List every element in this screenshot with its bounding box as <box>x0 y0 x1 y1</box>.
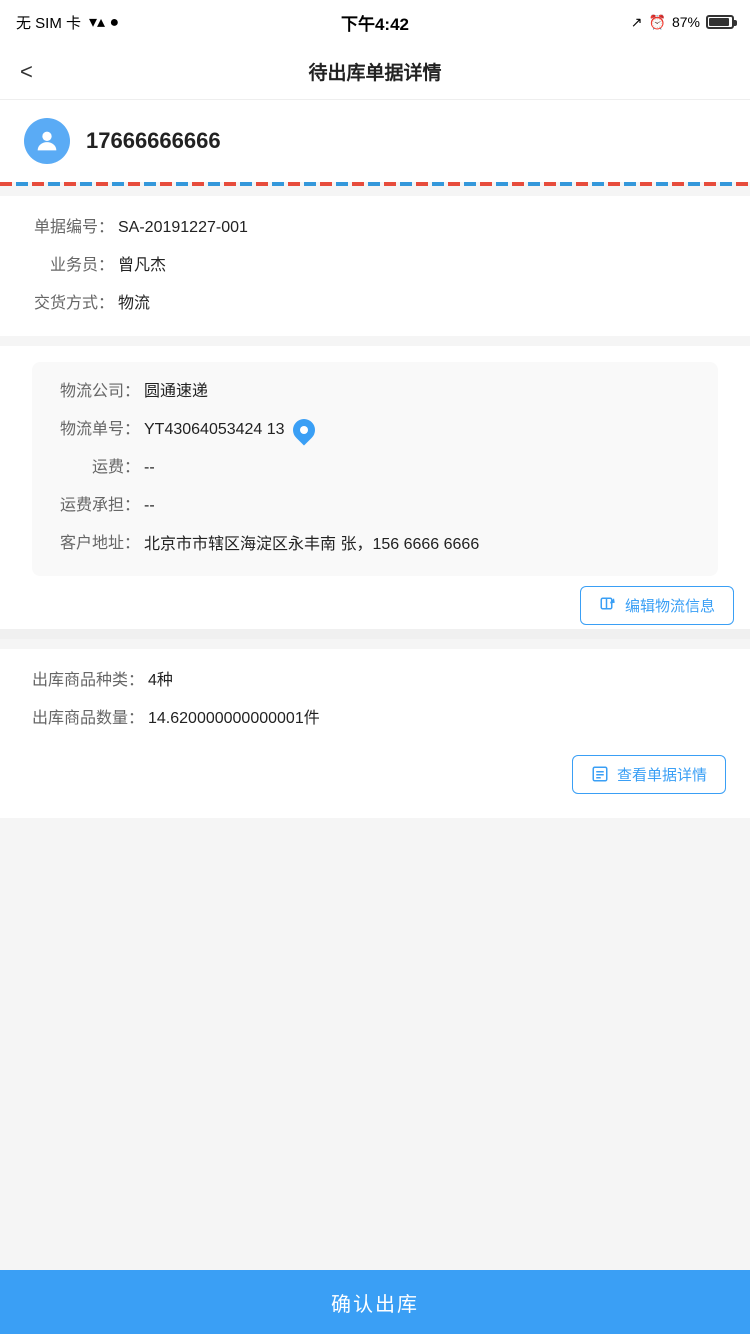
view-detail-label: 查看单据详情 <box>617 764 707 785</box>
battery-icon <box>706 15 734 29</box>
tracking-value-text: YT43064053424 13 <box>144 418 285 442</box>
sales-person-row: 业务员： 曾凡杰 <box>24 254 726 278</box>
alarm-icon: ⏰ <box>649 14 666 31</box>
outbound-category-label: 出库商品种类： <box>24 669 144 693</box>
document-number-value: SA-20191227-001 <box>118 216 726 240</box>
edit-logistics-label: 编辑物流信息 <box>625 595 715 616</box>
status-bar: 无 SIM 卡 ▾▴ ● 下午4:42 ↗ ⏰ 87% <box>0 0 750 44</box>
customer-address-label: 客户地址： <box>50 532 140 556</box>
carrier-label: 无 SIM 卡 <box>16 12 81 33</box>
confirm-outbound-label: 确认出库 <box>331 1288 419 1317</box>
logistics-company-row: 物流公司： 圆通速递 <box>50 380 700 404</box>
outbound-section: 出库商品种类： 4种 出库商品数量： 14.620000000000001件 查… <box>0 649 750 818</box>
view-detail-button[interactable]: 查看单据详情 <box>572 755 726 794</box>
battery-label: 87% <box>672 14 700 30</box>
customer-address-row: 客户地址： 北京市市辖区海淀区永丰南 张，156 6666 6666 <box>50 532 700 558</box>
outbound-quantity-label: 出库商品数量： <box>24 707 144 731</box>
logistics-company-value: 圆通速递 <box>144 380 700 404</box>
outbound-category-value: 4种 <box>148 669 726 693</box>
freight-bearer-row: 运费承担： -- <box>50 494 700 518</box>
customer-address-value: 北京市市辖区海淀区永丰南 张，156 6666 6666 <box>144 532 700 558</box>
customer-header: 17666666666 <box>0 100 750 182</box>
tracking-number-row: 物流单号： YT43064053424 13 <box>50 418 700 442</box>
nav-bar: < 待出库单据详情 <box>0 44 750 100</box>
logistics-card: 物流公司： 圆通速递 物流单号： YT43064053424 13 运费： --… <box>32 362 718 576</box>
sales-person-label: 业务员： <box>24 254 114 278</box>
delivery-method-row: 交货方式： 物流 <box>24 292 726 316</box>
document-number-row: 单据编号： SA-20191227-001 <box>24 216 726 240</box>
basic-info-section: 单据编号： SA-20191227-001 业务员： 曾凡杰 交货方式： 物流 <box>0 196 750 336</box>
user-avatar-icon <box>33 127 61 155</box>
sales-person-value: 曾凡杰 <box>118 254 726 278</box>
list-icon <box>591 765 609 783</box>
bottom-spacer <box>0 828 750 1008</box>
confirm-outbound-button[interactable]: 确认出库 <box>0 1270 750 1334</box>
outbound-quantity-row: 出库商品数量： 14.620000000000001件 <box>24 707 726 731</box>
edit-logistics-area: 编辑物流信息 <box>16 576 734 629</box>
view-detail-area: 查看单据详情 <box>24 745 726 798</box>
section-divider-1 <box>0 629 750 639</box>
edit-icon <box>599 596 617 614</box>
delivery-method-label: 交货方式： <box>24 292 114 316</box>
edit-logistics-button[interactable]: 编辑物流信息 <box>580 586 734 625</box>
freight-bearer-value: -- <box>144 494 700 518</box>
freight-row: 运费： -- <box>50 456 700 480</box>
dashed-divider <box>0 182 750 186</box>
location-icon[interactable] <box>288 414 319 445</box>
location-status-icon: ↗ <box>631 14 643 31</box>
customer-phone: 17666666666 <box>86 128 221 154</box>
freight-value: -- <box>144 456 700 480</box>
status-left: 无 SIM 卡 ▾▴ ● <box>16 12 119 33</box>
tracking-number-value: YT43064053424 13 <box>144 418 700 442</box>
logistics-outer: 物流公司： 圆通速递 物流单号： YT43064053424 13 运费： --… <box>0 346 750 629</box>
freight-bearer-label: 运费承担： <box>50 494 140 518</box>
tracking-number-label: 物流单号： <box>50 418 140 442</box>
outbound-quantity-value: 14.620000000000001件 <box>148 707 726 731</box>
status-right: ↗ ⏰ 87% <box>631 14 734 31</box>
status-time: 下午4:42 <box>341 10 409 35</box>
back-button[interactable]: < <box>20 55 41 89</box>
wifi-icon: ▾▴ ● <box>89 12 119 32</box>
document-number-label: 单据编号： <box>24 216 114 240</box>
freight-label: 运费： <box>50 456 140 480</box>
outbound-category-row: 出库商品种类： 4种 <box>24 669 726 693</box>
delivery-method-value: 物流 <box>118 292 726 316</box>
page-title: 待出库单据详情 <box>308 58 441 85</box>
avatar <box>24 118 70 164</box>
logistics-company-label: 物流公司： <box>50 380 140 404</box>
